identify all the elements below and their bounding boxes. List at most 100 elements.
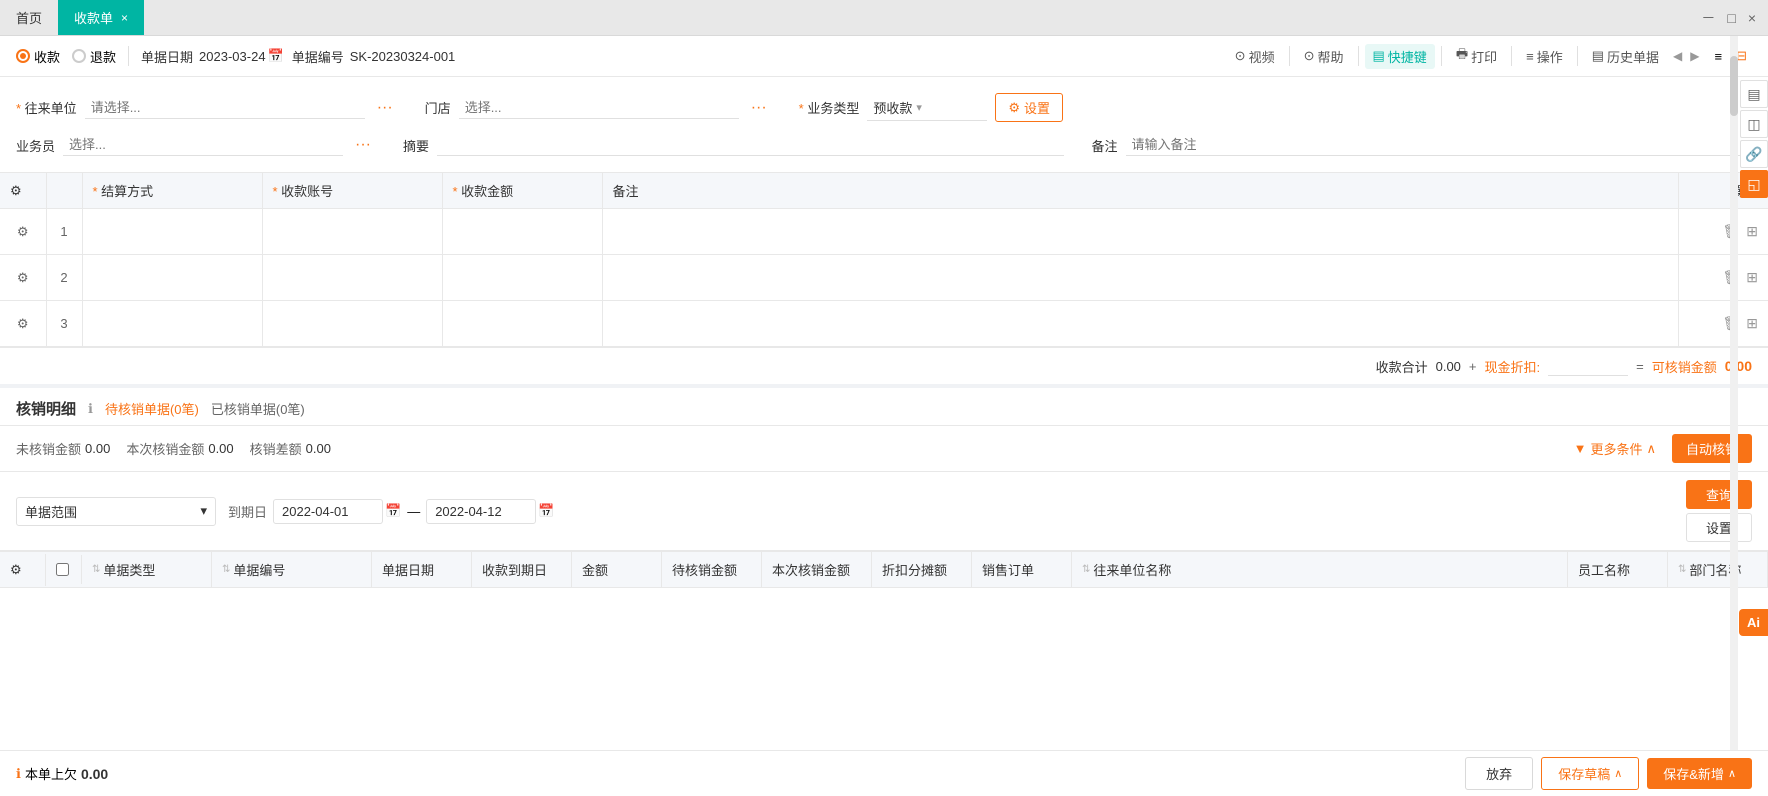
sep2 <box>1289 46 1290 66</box>
row3-account[interactable] <box>262 301 442 347</box>
discount-input[interactable] <box>1548 356 1628 376</box>
row3-amount[interactable] <box>442 301 602 347</box>
bottom-info-icon[interactable]: ℹ <box>16 766 21 782</box>
pending-tag[interactable]: 待核销单据(0笔) <box>105 399 199 418</box>
row1-amount[interactable] <box>442 209 602 255</box>
counterpart-input[interactable] <box>85 97 365 119</box>
sort-icon: ⇅ <box>1678 564 1686 575</box>
row3-copy-icon[interactable]: ⊞ <box>1746 315 1758 332</box>
operation-label: 操作 <box>1537 47 1563 66</box>
window-minimize-button[interactable]: － <box>1701 8 1715 28</box>
main-content: 收款 退款 单据日期 2023-03-24 📅 单据编号 SK-20230324… <box>0 36 1768 796</box>
row1-num: 1 <box>46 209 82 255</box>
store-input[interactable] <box>459 97 739 119</box>
verify-header: 核销明细 ℹ 待核销单据(0笔) 已核销单据(0笔) <box>0 388 1768 426</box>
save-new-button[interactable]: 保存&新增 ∧ <box>1647 758 1752 789</box>
receipt-radio[interactable]: 收款 <box>16 47 60 66</box>
sub-gear-header[interactable]: ⚙ <box>0 554 46 586</box>
filter-actions: 查询 设置 <box>1686 480 1752 542</box>
right-panel-table-button[interactable]: ▤ <box>1740 80 1768 108</box>
tab-home[interactable]: 首页 <box>0 0 58 35</box>
scrollbar-area[interactable] <box>1730 36 1738 750</box>
row3-gear[interactable]: ⚙ <box>0 301 46 347</box>
right-panel-doc-button[interactable]: ◫ <box>1740 110 1768 138</box>
row2-account[interactable] <box>262 255 442 301</box>
biz-type-select[interactable]: 预收款 ▾ <box>867 95 987 121</box>
scrollbar-thumb[interactable] <box>1730 56 1738 116</box>
query-button[interactable]: 查询 <box>1686 480 1752 509</box>
row3-notes[interactable] <box>602 301 1678 347</box>
shortcut-icon: ▤ <box>1373 48 1385 64</box>
calendar-icon[interactable]: 📅 <box>268 48 284 64</box>
counterpart-more-icon[interactable]: ··· <box>373 99 397 117</box>
operation-button[interactable]: ≡ 操作 <box>1518 44 1571 69</box>
window-maximize-button[interactable]: □ <box>1727 10 1735 26</box>
verify-info-icon[interactable]: ℹ <box>88 401 93 417</box>
date-to-calendar-icon[interactable]: 📅 <box>538 503 554 519</box>
row2-gear[interactable]: ⚙ <box>0 255 46 301</box>
right-panel-screen-button[interactable]: ◱ <box>1740 170 1768 198</box>
help-button[interactable]: ⊙ 帮助 <box>1296 44 1352 69</box>
total-value: 0.00 <box>1436 359 1461 374</box>
row1-gear[interactable]: ⚙ <box>0 209 46 255</box>
date-from-calendar-icon[interactable]: 📅 <box>385 503 401 519</box>
sub-bill-type-header: ⇅ 单据类型 <box>82 552 212 587</box>
refund-radio-circle <box>72 49 86 63</box>
print-button[interactable]: 🖶 打印 <box>1448 42 1505 70</box>
refund-radio[interactable]: 退款 <box>72 47 116 66</box>
video-icon: ⊙ <box>1235 48 1246 64</box>
staff-more-icon[interactable]: ··· <box>351 136 375 154</box>
row1-copy-icon[interactable]: ⊞ <box>1746 223 1758 240</box>
row2-amount[interactable] <box>442 255 602 301</box>
row2-copy-icon[interactable]: ⊞ <box>1746 269 1758 286</box>
ai-badge-button[interactable]: Ai <box>1739 609 1768 636</box>
sub-staff-header: 员工名称 <box>1568 552 1668 587</box>
next-arrow[interactable]: ▶ <box>1686 47 1703 65</box>
row1-settlement[interactable] <box>82 209 262 255</box>
diff-value: 0.00 <box>306 441 331 456</box>
prev-arrow[interactable]: ◀ <box>1669 47 1686 65</box>
store-more-icon[interactable]: ··· <box>747 99 771 117</box>
tab-bar: 首页 收款单 × － □ × <box>0 0 1768 36</box>
select-all-checkbox[interactable] <box>56 563 69 576</box>
more-conditions-button[interactable]: ▼ 更多条件 ∧ <box>1574 439 1656 458</box>
auto-verify-button[interactable]: 自动核销 <box>1672 434 1752 463</box>
done-tag[interactable]: 已核销单据(0笔) <box>211 399 305 418</box>
gear-header[interactable]: ⚙ <box>0 173 46 209</box>
memo-input[interactable] <box>437 134 1063 156</box>
window-close-button[interactable]: × <box>1748 10 1756 26</box>
settings-button[interactable]: ⚙ 设置 <box>995 93 1063 122</box>
bill-range-select[interactable]: 单据范围 ▾ <box>16 497 216 526</box>
tab-close-icon[interactable]: × <box>121 11 128 25</box>
right-panel-attach-button[interactable]: 🔗 <box>1740 140 1768 168</box>
discard-button[interactable]: 放弃 <box>1465 757 1533 790</box>
date-from-input[interactable] <box>273 499 383 524</box>
sub-dept-header: ⇅ 部门名称 <box>1668 552 1768 587</box>
row1-notes[interactable] <box>602 209 1678 255</box>
table-row: ⚙ 1 🗑 ⊞ <box>0 209 1768 255</box>
shortcut-button[interactable]: ▤ 快捷键 <box>1365 44 1435 69</box>
notes-input[interactable] <box>1126 134 1752 156</box>
row2-notes[interactable] <box>602 255 1678 301</box>
memo-label: 摘要 <box>403 136 429 155</box>
row2-settlement[interactable] <box>82 255 262 301</box>
sep3 <box>1358 46 1359 66</box>
main-table-area: ⚙ 结算方式 收款账号 收款金额 备注 <box>0 173 1768 388</box>
bottom-label: 本单上欠 <box>25 764 77 783</box>
history-button[interactable]: ▤ 历史单据 <box>1584 44 1667 69</box>
sort-icon: ⇅ <box>1082 564 1090 575</box>
row1-account[interactable] <box>262 209 442 255</box>
sub-settings-button[interactable]: 设置 <box>1686 513 1752 542</box>
row-num-header <box>46 173 82 209</box>
video-button[interactable]: ⊙ 视频 <box>1227 44 1283 69</box>
main-table-container[interactable]: ⚙ 结算方式 收款账号 收款金额 备注 <box>0 173 1768 347</box>
row3-settlement[interactable] <box>82 301 262 347</box>
sub-checkbox-header[interactable] <box>46 555 82 584</box>
row1-actions: 🗑 ⊞ <box>1678 209 1768 255</box>
sep5 <box>1511 46 1512 66</box>
staff-input[interactable] <box>63 134 343 156</box>
save-draft-button[interactable]: 保存草稿 ∧ <box>1541 757 1639 790</box>
date-to-input[interactable] <box>426 499 536 524</box>
tab-receipt[interactable]: 收款单 × <box>58 0 144 35</box>
list-view-button[interactable]: ≡ <box>1710 46 1728 67</box>
